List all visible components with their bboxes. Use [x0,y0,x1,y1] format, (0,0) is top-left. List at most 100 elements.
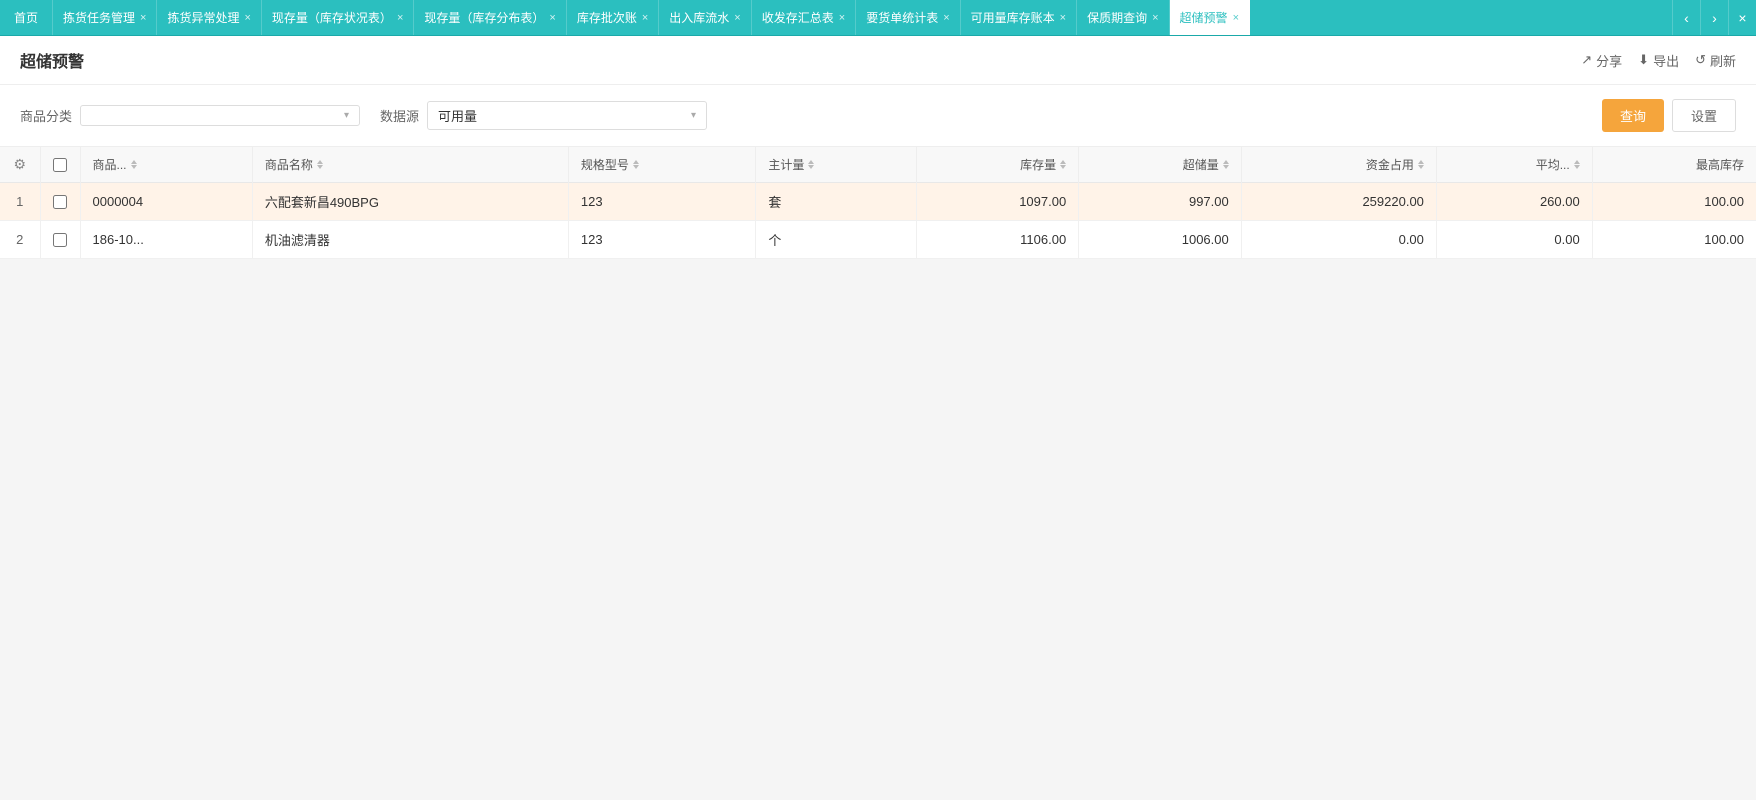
datasource-select-value: 可用量 [438,106,477,125]
row-name-2: 机油滤清器 [252,221,568,259]
category-select[interactable]: ▾ [80,105,360,126]
nav-arrows: ‹ › × [1672,0,1756,35]
close-icon[interactable]: × [839,12,845,24]
page-title: 超储预警 [20,48,84,72]
share-button[interactable]: ↗ 分享 [1581,51,1622,70]
close-icon[interactable]: × [549,12,555,24]
nav-tab-batch[interactable]: 库存批次账 × [567,0,659,35]
col-spec[interactable]: 规格型号 [568,147,755,183]
table-row: 1 0000004 六配套新昌490BPG 123 套 1097.00 997.… [0,183,1756,221]
row-avg-2: 0.00 [1436,221,1592,259]
sort-icon [131,160,137,169]
category-label: 商品分类 [20,106,72,125]
close-icon[interactable]: × [1152,12,1158,24]
sort-icon [1223,160,1229,169]
nav-close-button[interactable]: × [1728,0,1756,35]
sort-icon [317,160,323,169]
data-table-container: ⚙ 商品... [0,147,1756,259]
close-icon[interactable]: × [397,12,403,24]
datasource-label: 数据源 [380,106,419,125]
nav-tab-expiry[interactable]: 保质期查询 × [1077,0,1169,35]
row-code-2: 186-10... [80,221,252,259]
sort-icon [808,160,814,169]
col-overstock[interactable]: 超储量 [1079,147,1242,183]
row-overstock-1: 997.00 [1079,183,1242,221]
nav-tab-available[interactable]: 可用量库存账本 × [961,0,1077,35]
settings-button[interactable]: 设置 [1672,99,1736,132]
nav-tab-stock-status[interactable]: 现存量（库存状况表） × [262,0,414,35]
sort-icon [633,160,639,169]
row-avg-1: 260.00 [1436,183,1592,221]
sort-icon [1418,160,1424,169]
category-filter-group: 商品分类 ▾ [20,105,360,126]
nav-tab-stock-dist[interactable]: 现存量（库存分布表） × [414,0,566,35]
row-checkbox-1[interactable] [40,183,80,221]
row-index-1: 1 [0,183,40,221]
close-icon[interactable]: × [244,12,250,24]
sort-icon [1574,160,1580,169]
filter-actions: 查询 设置 [1602,99,1736,132]
header-actions: ↗ 分享 ⬇ 导出 ↺ 刷新 [1581,51,1736,70]
close-icon[interactable]: × [1060,12,1066,24]
refresh-icon: ↺ [1695,52,1706,68]
row-stock-1: 1097.00 [916,183,1079,221]
col-name[interactable]: 商品名称 [252,147,568,183]
close-icon[interactable]: × [1233,12,1239,24]
row-name-1: 六配套新昌490BPG [252,183,568,221]
row-spec-2: 123 [568,221,755,259]
nav-tab-flow[interactable]: 出入库流水 × [659,0,751,35]
export-button[interactable]: ⬇ 导出 [1638,51,1679,70]
overstock-table: ⚙ 商品... [0,147,1756,259]
close-icon[interactable]: × [140,12,146,24]
col-unit[interactable]: 主计量 [756,147,916,183]
row-capital-1: 259220.00 [1241,183,1436,221]
chevron-down-icon: ▾ [344,110,349,121]
col-avg[interactable]: 平均... [1436,147,1592,183]
row-overstock-2: 1006.00 [1079,221,1242,259]
col-maxstock[interactable]: 最高库存 [1592,147,1756,183]
nav-tab-order-stats[interactable]: 要货单统计表 × [856,0,960,35]
nav-tab-pick-exception[interactable]: 拣货异常处理 × [157,0,261,35]
table-header-row: ⚙ 商品... [0,147,1756,183]
row-checkbox[interactable] [53,195,67,209]
close-icon[interactable]: × [943,12,949,24]
nav-next-button[interactable]: › [1700,0,1728,35]
close-icon[interactable]: × [642,12,648,24]
row-maxstock-1: 100.00 [1592,183,1756,221]
query-button[interactable]: 查询 [1602,99,1664,132]
page-header: 超储预警 ↗ 分享 ⬇ 导出 ↺ 刷新 [0,36,1756,85]
row-unit-1: 套 [756,183,916,221]
row-checkbox[interactable] [53,233,67,247]
row-maxstock-2: 100.00 [1592,221,1756,259]
row-stock-2: 1106.00 [916,221,1079,259]
nav-tab-pick-task[interactable]: 拣货任务管理 × [53,0,157,35]
refresh-button[interactable]: ↺ 刷新 [1695,51,1736,70]
top-navigation: 首页 拣货任务管理 × 拣货异常处理 × 现存量（库存状况表） × 现存量（库存… [0,0,1756,36]
export-icon: ⬇ [1638,52,1649,68]
col-capital[interactable]: 资金占用 [1241,147,1436,183]
col-checkbox [40,147,80,183]
gear-icon[interactable]: ⚙ [13,156,26,173]
close-icon[interactable]: × [734,12,740,24]
row-unit-2: 个 [756,221,916,259]
row-index-2: 2 [0,221,40,259]
col-code[interactable]: 商品... [80,147,252,183]
table-body: 1 0000004 六配套新昌490BPG 123 套 1097.00 997.… [0,183,1756,259]
chevron-down-icon: ▾ [691,110,696,121]
nav-prev-button[interactable]: ‹ [1672,0,1700,35]
nav-tab-overstock[interactable]: 超储预警 × [1170,0,1250,35]
datasource-select[interactable]: 可用量 ▾ [427,101,707,130]
nav-tab-home[interactable]: 首页 [0,0,53,35]
row-code-1: 0000004 [80,183,252,221]
row-spec-1: 123 [568,183,755,221]
sort-icon [1060,160,1066,169]
nav-tab-summary[interactable]: 收发存汇总表 × [752,0,856,35]
select-all-checkbox[interactable] [53,158,67,172]
table-row: 2 186-10... 机油滤清器 123 个 1106.00 1006.00 … [0,221,1756,259]
row-capital-2: 0.00 [1241,221,1436,259]
share-icon: ↗ [1581,52,1592,68]
col-stock[interactable]: 库存量 [916,147,1079,183]
row-checkbox-2[interactable] [40,221,80,259]
col-settings: ⚙ [0,147,40,183]
filter-bar: 商品分类 ▾ 数据源 可用量 ▾ 查询 设置 [0,85,1756,147]
